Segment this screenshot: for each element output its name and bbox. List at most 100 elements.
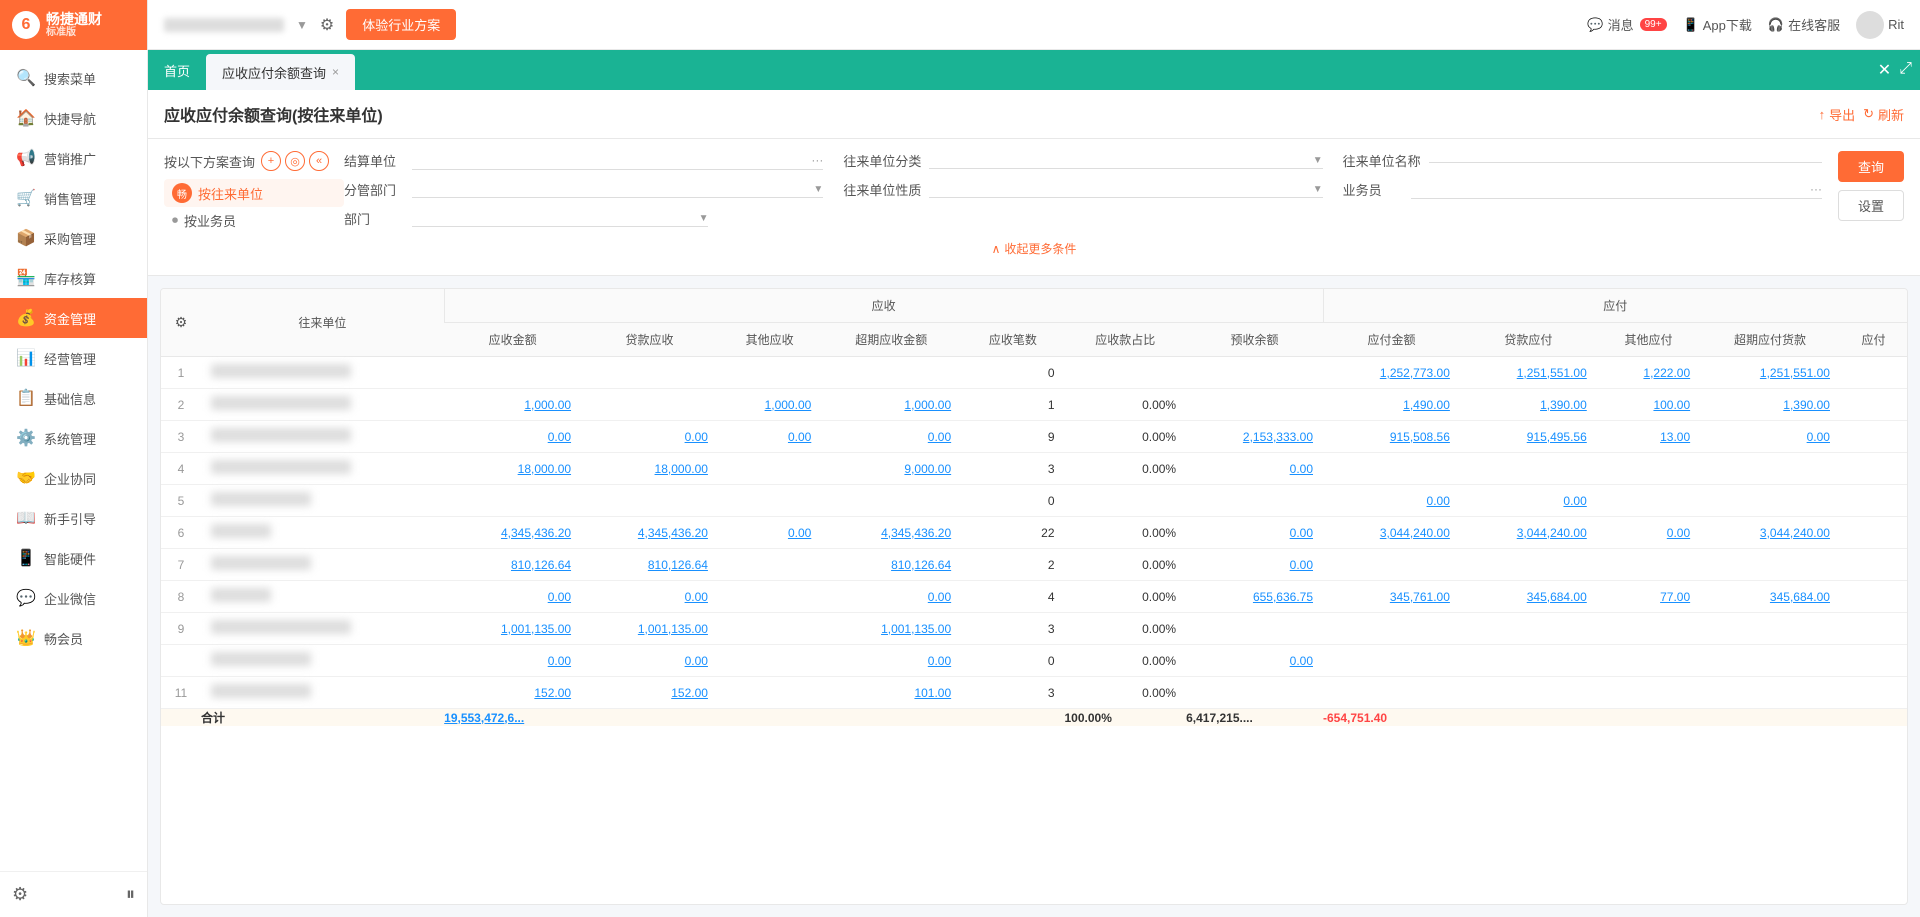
sidebar-menu: 🔍 搜索菜单 🏠 快捷导航 📢 营销推广 🛒 销售管理 📦 采购管理 🏪 库存核… [0,50,147,871]
query-btn[interactable]: 查询 [1838,151,1904,182]
service-label: 在线客服 [1788,15,1840,34]
partner-category-input[interactable]: ▼ [929,153,1322,169]
th-loan-pay: 贷款应付 [1460,323,1597,357]
user-action[interactable]: Rit [1856,11,1904,39]
table-row: 91,001,135.001,001,135.001,001,135.0030.… [161,613,1907,645]
sidebar-item-member[interactable]: 👑 畅会员 [0,618,147,658]
th-receivable-amount: 应收金额 [444,323,581,357]
footer-overdue-recv [821,709,961,727]
message-action[interactable]: 💬 消息 99+ [1587,15,1666,34]
salesperson-input[interactable]: ··· [1411,180,1822,199]
service-icon: 🎧 [1768,17,1784,33]
th-payable-group: 应付 [1323,289,1907,323]
th-other-pay: 其他应付 [1597,323,1700,357]
schema-collapse-icon[interactable]: « [309,151,329,171]
sidebar-item-weixin[interactable]: 💬 企业微信 [0,578,147,618]
filter-field-salesperson: 业务员 ··· [1343,180,1822,199]
table-settings-gear-icon[interactable]: ⚙ [175,314,188,330]
schema-icons: + ◎ « [261,151,329,171]
sidebar-logo: 6 畅捷通财 标准版 [0,0,147,50]
td-partner [201,421,444,453]
filter-row: 按以下方案查询 + ◎ « 畅 按往来单位 ⏺ 按业务员 [164,151,1904,234]
sidebar-item-guide[interactable]: 📖 新手引导 [0,498,147,538]
sidebar-item-corp[interactable]: 🤝 企业协同 [0,458,147,498]
sidebar-item-marketing[interactable]: 📢 营销推广 [0,138,147,178]
tab-close-icon[interactable]: × [332,65,339,79]
setting-btn[interactable]: 设置 [1838,190,1904,221]
page-title: 应收应付余额查询(按往来单位) [164,102,383,126]
sidebar-item-system[interactable]: ⚙️ 系统管理 [0,418,147,458]
partner-option-icon: 畅 [172,183,192,203]
td-partner [201,549,444,581]
system-icon: ⚙️ [16,428,36,448]
footer-payable: -654,751.40 [1323,709,1460,727]
td-partner [201,357,444,389]
tab-ar-query[interactable]: 应收应付余额查询 × [206,54,355,90]
td-partner [201,453,444,485]
inventory-icon: 🏪 [16,268,36,288]
collapse-btn[interactable]: ∧ 收起更多条件 [164,234,1904,263]
filter-fields-container: 结算单位 ··· 往来单位分类 ▼ 往来单位名称 [344,151,1822,228]
refresh-btn[interactable]: ↻ 刷新 [1863,105,1904,124]
footer-loan-pay [1460,709,1597,727]
partner-name-input[interactable] [1429,158,1822,163]
footer-collapse-icon[interactable]: ⏸ [126,884,135,905]
gear-icon[interactable]: ⚙ [320,15,334,35]
sidebar-item-search-menu[interactable]: 🔍 搜索菜单 [0,58,147,98]
th-loan-recv: 贷款应收 [581,323,718,357]
footer-settings-icon[interactable]: ⚙ [12,884,28,905]
td-partner [201,581,444,613]
partner-nature-input[interactable]: ▼ [929,182,1322,198]
sidebar-footer: ⚙ ⏸ [0,871,147,917]
table-row: 21,000.001,000.001,000.0010.00%1,490.001… [161,389,1907,421]
footer-label: 合计 [201,709,444,727]
sidebar-item-purchase[interactable]: 📦 采购管理 [0,218,147,258]
service-action[interactable]: 🎧 在线客服 [1768,15,1840,34]
sidebar-item-quick-nav[interactable]: 🏠 快捷导航 [0,98,147,138]
member-icon: 👑 [16,628,36,648]
refresh-icon: ↻ [1863,106,1874,122]
sidebar-item-search-menu-label: 搜索菜单 [44,69,96,88]
app-download-action[interactable]: 📱 App下载 [1683,15,1752,34]
home-icon: 🏠 [16,108,36,128]
sidebar-item-ops-label: 经营管理 [44,349,96,368]
sidebar-item-finance[interactable]: 💰 资金管理 [0,298,147,338]
filter-field-partner-category: 往来单位分类 ▼ [843,151,1322,170]
th-recv-count: 应收笔数 [961,323,1064,357]
page-actions: ↑ 导出 ↻ 刷新 [1819,105,1904,124]
tab-close-window-icon[interactable]: ✕ [1878,60,1891,80]
filter-field-managing-dept: 分管部门 ▼ [344,180,823,199]
settlement-unit-input[interactable]: ··· [412,151,823,170]
sidebar-item-ops[interactable]: 📊 经营管理 [0,338,147,378]
schema-edit-icon[interactable]: ◎ [285,151,305,171]
sidebar-item-sales[interactable]: 🛒 销售管理 [0,178,147,218]
th-payable-amount: 应付金额 [1323,323,1460,357]
managing-dept-input[interactable]: ▼ [412,182,823,198]
tab-expand-icon[interactable]: ⤢ [1899,60,1912,80]
export-btn[interactable]: ↑ 导出 [1819,105,1856,124]
filter-option-by-partner[interactable]: 畅 按往来单位 [164,179,344,207]
sidebar-item-device[interactable]: 📱 智能硬件 [0,538,147,578]
footer-empty1 [161,709,201,727]
sidebar-item-inventory-label: 库存核算 [44,269,96,288]
schema-add-icon[interactable]: + [261,151,281,171]
filter-label-dept: 部门 [344,209,404,228]
sidebar-item-member-label: 畅会员 [44,629,83,648]
filter-option-by-partner-label: 按往来单位 [198,184,263,203]
tab-home-label: 首页 [164,61,190,80]
collapse-label: 收起更多条件 [1004,240,1076,257]
footer-loan-recv [581,709,718,727]
sidebar-item-base[interactable]: 📋 基础信息 [0,378,147,418]
tab-home[interactable]: 首页 [148,50,206,90]
sidebar-item-inventory[interactable]: 🏪 库存核算 [0,258,147,298]
table-row: 500.000.00 [161,485,1907,517]
td-partner [201,517,444,549]
dept-input[interactable]: ▼ [412,211,708,227]
tab-ar-query-label: 应收应付余额查询 [222,63,326,82]
trial-btn[interactable]: 体验行业方案 [346,9,456,40]
filter-fields-row3: 部门 ▼ [344,209,1822,228]
guide-icon: 📖 [16,508,36,528]
base-icon: 📋 [16,388,36,408]
filter-option-by-employee[interactable]: ⏺ 按业务员 [164,207,344,234]
td-partner [201,645,444,677]
